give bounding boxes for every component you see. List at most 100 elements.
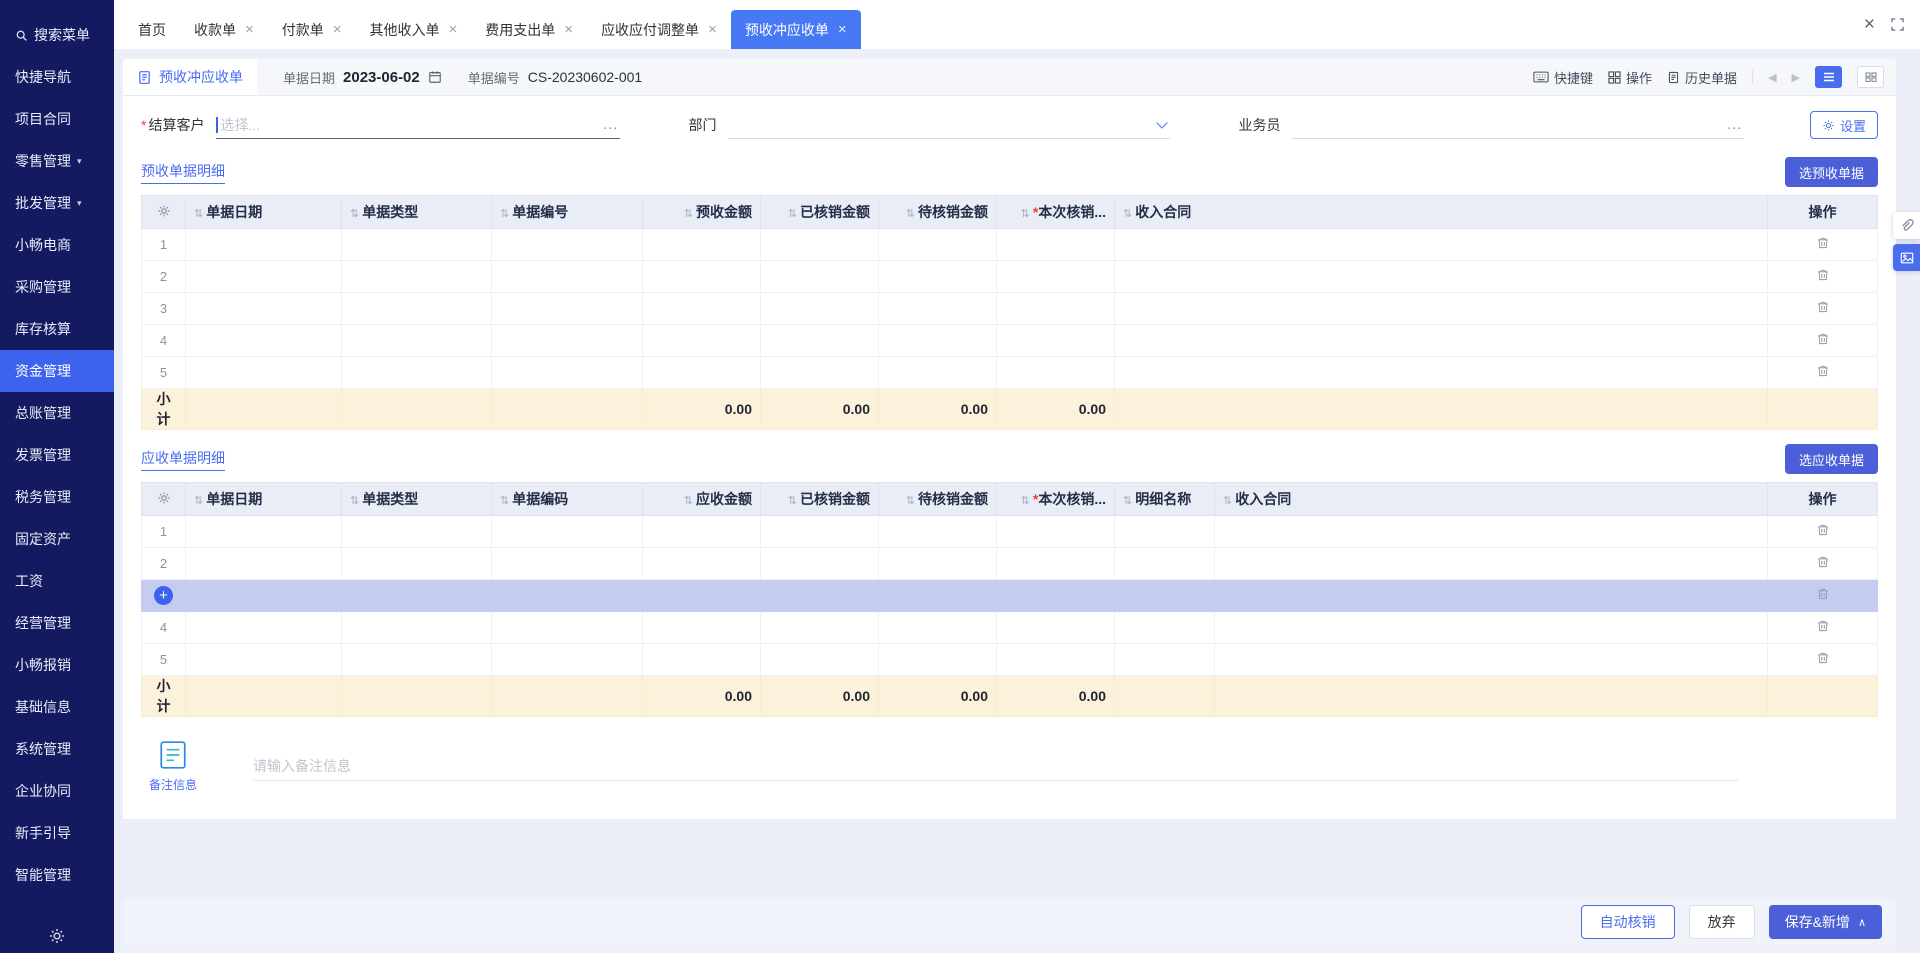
empty-cell[interactable] xyxy=(760,228,879,261)
sort-icon[interactable]: ⇅ xyxy=(788,208,797,220)
sidebar-item-9[interactable]: 总账管理 xyxy=(0,392,114,434)
column-header[interactable]: ⇅ 单据日期 xyxy=(185,482,342,516)
empty-cell[interactable] xyxy=(491,547,643,580)
select-receivable-button[interactable]: 选应收单据 xyxy=(1784,444,1878,474)
tab-0[interactable]: 首页 xyxy=(124,10,180,49)
image-button[interactable] xyxy=(1893,244,1920,271)
empty-cell[interactable] xyxy=(341,356,492,389)
sidebar-item-14[interactable]: 经营管理 xyxy=(0,602,114,644)
empty-cell[interactable] xyxy=(185,356,342,389)
sidebar-item-2[interactable]: 项目合同 xyxy=(0,98,114,140)
empty-cell[interactable] xyxy=(878,228,997,261)
empty-cell[interactable] xyxy=(1214,643,1768,676)
column-header[interactable]: ⇅ 应收金额 xyxy=(642,482,761,516)
receivable-row-2[interactable]: 2 xyxy=(141,547,1878,580)
empty-cell[interactable] xyxy=(1114,515,1215,548)
sidebar-item-1[interactable]: 快捷导航 xyxy=(0,56,114,98)
empty-cell[interactable] xyxy=(760,356,879,389)
doc-date-value[interactable]: 2023-06-02 xyxy=(343,69,420,86)
sort-icon[interactable]: ⇅ xyxy=(350,208,359,220)
grid-view-toggle[interactable] xyxy=(1857,66,1884,88)
empty-cell[interactable] xyxy=(1114,260,1768,293)
empty-cell[interactable] xyxy=(491,356,643,389)
prepaid-row-4[interactable]: 4 xyxy=(141,324,1878,357)
empty-cell[interactable] xyxy=(1114,547,1215,580)
empty-cell[interactable] xyxy=(642,547,761,580)
prepaid-row-1[interactable]: 1 xyxy=(141,228,1878,261)
empty-cell[interactable] xyxy=(1214,515,1768,548)
tab-2[interactable]: 付款单 × xyxy=(268,10,356,49)
sidebar-item-16[interactable]: 基础信息 xyxy=(0,686,114,728)
tab-3[interactable]: 其他收入单 × xyxy=(356,10,472,49)
customer-input[interactable]: 选择... ... xyxy=(216,111,621,139)
empty-cell[interactable] xyxy=(1114,324,1768,357)
sidebar-item-3[interactable]: 零售管理 ▾ xyxy=(0,140,114,182)
close-icon[interactable]: × xyxy=(449,22,458,37)
empty-cell[interactable] xyxy=(996,643,1115,676)
empty-cell[interactable] xyxy=(760,292,879,325)
empty-cell[interactable] xyxy=(642,643,761,676)
empty-cell[interactable] xyxy=(878,324,997,357)
receivable-row-1[interactable]: 1 xyxy=(141,515,1878,548)
settings-button[interactable]: 设置 xyxy=(1809,111,1878,139)
trash-icon[interactable] xyxy=(1816,332,1830,346)
sidebar-item-6[interactable]: 采购管理 xyxy=(0,266,114,308)
column-header[interactable]: ⇅ 单据类型 xyxy=(341,195,492,229)
sort-icon[interactable]: ⇅ xyxy=(500,208,509,220)
empty-cell[interactable] xyxy=(341,324,492,357)
empty-cell[interactable] xyxy=(185,324,342,357)
salesman-more-icon[interactable]: ... xyxy=(1727,116,1745,133)
empty-cell[interactable] xyxy=(185,292,342,325)
empty-cell[interactable] xyxy=(341,547,492,580)
empty-cell[interactable] xyxy=(878,547,997,580)
column-header[interactable]: ⇅ 收入合同 xyxy=(1114,195,1768,229)
trash-icon[interactable] xyxy=(1816,651,1830,665)
empty-cell[interactable] xyxy=(996,324,1115,357)
customer-more-icon[interactable]: ... xyxy=(603,116,621,133)
empty-cell[interactable] xyxy=(341,260,492,293)
empty-cell[interactable] xyxy=(760,579,879,612)
empty-cell[interactable] xyxy=(760,260,879,293)
prev-doc-icon[interactable]: ◀ xyxy=(1768,71,1776,84)
tab-4[interactable]: 费用支出单 × xyxy=(471,10,587,49)
column-header[interactable]: ⇅ 单据类型 xyxy=(341,482,492,516)
empty-cell[interactable] xyxy=(341,579,492,612)
trash-icon[interactable] xyxy=(1816,587,1830,601)
discard-button[interactable]: 放弃 xyxy=(1688,905,1755,939)
empty-cell[interactable] xyxy=(1114,611,1215,644)
tab-1[interactable]: 收款单 × xyxy=(180,10,268,49)
sidebar-item-0[interactable]: 搜索菜单 xyxy=(0,14,114,56)
empty-cell[interactable] xyxy=(878,292,997,325)
sidebar-item-15[interactable]: 小畅报销 xyxy=(0,644,114,686)
empty-cell[interactable] xyxy=(1214,547,1768,580)
empty-cell[interactable] xyxy=(341,515,492,548)
list-view-toggle[interactable] xyxy=(1815,66,1842,88)
sidebar-item-19[interactable]: 新手引导 xyxy=(0,812,114,854)
department-select[interactable] xyxy=(728,111,1171,139)
prepaid-row-3[interactable]: 3 xyxy=(141,292,1878,325)
close-icon[interactable]: × xyxy=(708,22,717,37)
empty-cell[interactable] xyxy=(185,515,342,548)
empty-cell[interactable] xyxy=(996,228,1115,261)
trash-icon[interactable] xyxy=(1816,619,1830,633)
trash-icon[interactable] xyxy=(1816,300,1830,314)
sort-icon[interactable]: ⇅ xyxy=(350,495,359,507)
empty-cell[interactable] xyxy=(341,611,492,644)
empty-cell[interactable] xyxy=(878,356,997,389)
receivable-row-4[interactable]: 4 xyxy=(141,611,1878,644)
receivable-section-title[interactable]: 应收单据明细 xyxy=(141,448,225,471)
empty-cell[interactable] xyxy=(491,292,643,325)
sidebar-item-13[interactable]: 工资 xyxy=(0,560,114,602)
empty-cell[interactable] xyxy=(996,292,1115,325)
column-header[interactable]: ⇅ 收入合同 xyxy=(1214,482,1768,516)
empty-cell[interactable] xyxy=(185,260,342,293)
sort-icon[interactable]: ⇅ xyxy=(1021,208,1030,220)
select-prepaid-button[interactable]: 选预收单据 xyxy=(1784,157,1878,187)
sidebar-item-10[interactable]: 发票管理 xyxy=(0,434,114,476)
history-docs-button[interactable]: 历史单据 xyxy=(1667,68,1737,87)
empty-cell[interactable] xyxy=(642,260,761,293)
column-header[interactable]: ⇅ 单据日期 xyxy=(185,195,342,229)
save-and-new-button[interactable]: 保存&新增 ∧ xyxy=(1768,905,1882,939)
column-header[interactable]: ⇅ 预收金额 xyxy=(642,195,761,229)
empty-cell[interactable] xyxy=(760,611,879,644)
